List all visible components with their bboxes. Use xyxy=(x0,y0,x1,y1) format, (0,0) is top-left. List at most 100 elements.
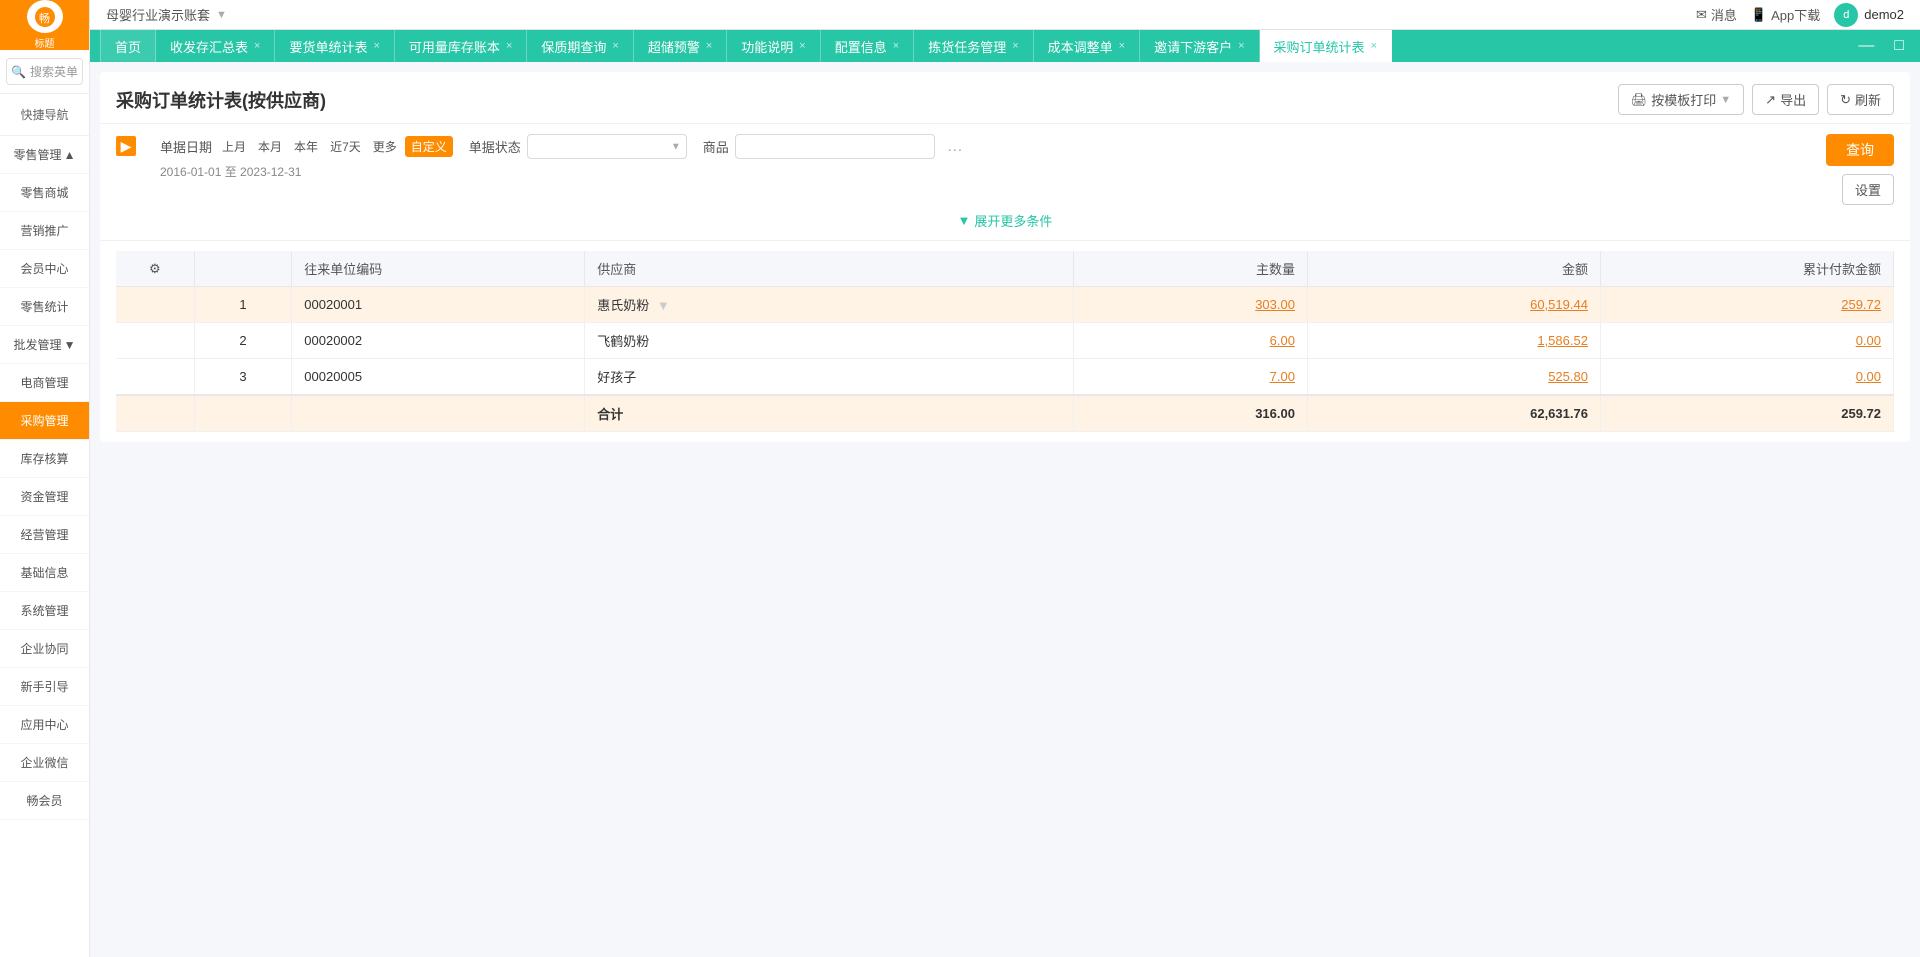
close-icon[interactable]: × xyxy=(1119,40,1125,52)
sidebar-item-system[interactable]: 系统管理 xyxy=(0,592,89,630)
sidebar-item-app-center[interactable]: 应用中心 xyxy=(0,706,89,744)
sidebar-item-retail-stats[interactable]: 零售统计 xyxy=(0,288,89,326)
sidebar-item-label: 批发管理 xyxy=(14,336,62,353)
date-btn-custom[interactable]: 自定义 xyxy=(405,136,453,157)
close-icon[interactable]: × xyxy=(506,40,512,52)
svg-text:畅: 畅 xyxy=(39,11,50,25)
date-btn-7days[interactable]: 近7天 xyxy=(326,136,365,157)
tab-label: 采购订单统计表 xyxy=(1274,37,1365,56)
column-settings-icon[interactable]: ⚙ xyxy=(149,261,161,276)
app-download-button[interactable]: 📱 App下载 xyxy=(1751,5,1820,24)
amount-link[interactable]: 525.80 xyxy=(1548,369,1588,384)
row-expand-icon[interactable]: ▼ xyxy=(657,298,670,313)
message-label: 消息 xyxy=(1711,5,1737,24)
sidebar-item-label: 基础信息 xyxy=(20,566,68,580)
row-supplier-cell: 惠氏奶粉 ▼ xyxy=(585,287,1073,323)
sidebar-item-label: 畅会员 xyxy=(26,794,62,808)
sidebar-item-ecommerce[interactable]: 电商管理 xyxy=(0,364,89,402)
close-icon[interactable]: × xyxy=(612,40,618,52)
status-select[interactable] xyxy=(527,134,687,159)
query-button[interactable]: 查询 xyxy=(1826,134,1894,166)
close-icon[interactable]: × xyxy=(254,40,260,52)
date-btn-this-month[interactable]: 本月 xyxy=(254,136,286,157)
sidebar-item-member[interactable]: 会员中心 xyxy=(0,250,89,288)
export-button[interactable]: ↗ 导出 xyxy=(1752,84,1819,115)
chevron-down-icon: ▼ xyxy=(64,338,76,352)
workspace-selector[interactable]: 母婴行业演示账套 ▼ xyxy=(106,5,227,24)
print-button[interactable]: 🖨 按模板打印 ▼ xyxy=(1618,84,1744,115)
paid-link[interactable]: 259.72 xyxy=(1841,297,1881,312)
user-profile[interactable]: d demo2 xyxy=(1834,3,1904,27)
settings-button[interactable]: 设置 xyxy=(1842,174,1894,205)
close-icon[interactable]: × xyxy=(373,40,379,52)
close-icon[interactable]: × xyxy=(799,40,805,52)
row-code-cell: 00020005 xyxy=(292,359,585,396)
expand-more-button[interactable]: ▼ 展开更多条件 xyxy=(958,211,1053,230)
paid-link[interactable]: 0.00 xyxy=(1856,333,1881,348)
row-qty-cell: 6.00 xyxy=(1073,323,1307,359)
sidebar-item-retail-mgmt[interactable]: 零售管理 ▲ xyxy=(0,136,89,174)
qty-link[interactable]: 303.00 xyxy=(1255,297,1295,312)
paid-link[interactable]: 0.00 xyxy=(1856,369,1881,384)
sidebar-item-member2[interactable]: 畅会员 xyxy=(0,782,89,820)
amount-link[interactable]: 1,586.52 xyxy=(1537,333,1588,348)
footer-settings-cell xyxy=(116,395,194,432)
close-icon[interactable]: × xyxy=(1238,40,1244,52)
top-bar: 母婴行业演示账套 ▼ ✉ 消息 📱 App下载 d demo2 xyxy=(90,0,1920,30)
sidebar-item-new-guide[interactable]: 新手引导 xyxy=(0,668,89,706)
amount-link[interactable]: 60,519.44 xyxy=(1530,297,1588,312)
qty-link[interactable]: 6.00 xyxy=(1270,333,1295,348)
close-icon[interactable]: × xyxy=(1371,40,1377,52)
close-icon[interactable]: × xyxy=(893,40,899,52)
tab-picking[interactable]: 拣货任务管理 × xyxy=(914,30,1033,62)
page-actions: 🖨 按模板打印 ▼ ↗ 导出 ↻ 刷新 xyxy=(1618,84,1894,115)
date-btn-this-year[interactable]: 本年 xyxy=(290,136,322,157)
date-btn-last-month[interactable]: 上月 xyxy=(218,136,250,157)
sidebar-item-basic-info[interactable]: 基础信息 xyxy=(0,554,89,592)
sidebar-search-button[interactable]: 🔍 搜索英单 xyxy=(6,58,83,85)
footer-qty-cell: 316.00 xyxy=(1073,395,1307,432)
refresh-button[interactable]: ↻ 刷新 xyxy=(1827,84,1894,115)
row-settings-cell xyxy=(116,359,194,396)
qty-link[interactable]: 7.00 xyxy=(1270,369,1295,384)
sidebar-item-purchase[interactable]: 采购管理 xyxy=(0,402,89,440)
tab-purchase-order-stats[interactable]: 采购订单统计表 × xyxy=(1260,30,1392,62)
sidebar-item-wechat[interactable]: 企业微信 xyxy=(0,744,89,782)
tab-feature-desc[interactable]: 功能说明 × xyxy=(727,30,820,62)
sidebar-item-marketing[interactable]: 营销推广 xyxy=(0,212,89,250)
tab-expiry[interactable]: 保质期查询 × xyxy=(527,30,633,62)
sidebar-item-inventory[interactable]: 库存核算 xyxy=(0,440,89,478)
search-label: 搜索英单 xyxy=(30,63,78,80)
tab-cost-adjust[interactable]: 成本调整单 × xyxy=(1034,30,1140,62)
tab-invite-downstream[interactable]: 邀请下游客户 × xyxy=(1140,30,1259,62)
close-icon[interactable]: × xyxy=(1012,40,1018,52)
sidebar-item-retail-store[interactable]: 零售商城 xyxy=(0,174,89,212)
collapse-arrow-icon: ▶ xyxy=(121,138,132,155)
sidebar-item-enterprise[interactable]: 企业协同 xyxy=(0,630,89,668)
print-label: 按模板打印 xyxy=(1651,90,1716,109)
sidebar-item-finance[interactable]: 资金管理 xyxy=(0,478,89,516)
message-button[interactable]: ✉ 消息 xyxy=(1696,5,1737,24)
sidebar-item-wholesale[interactable]: 批发管理 ▼ xyxy=(0,326,89,364)
tab-maximize-button[interactable]: □ xyxy=(1888,35,1910,57)
expand-more-area: ▼ 展开更多条件 xyxy=(116,211,1894,230)
close-icon[interactable]: × xyxy=(706,40,712,52)
tab-overstock[interactable]: 超储预警 × xyxy=(634,30,727,62)
tab-config[interactable]: 配置信息 × xyxy=(821,30,914,62)
date-btn-more[interactable]: 更多 xyxy=(369,136,401,157)
tab-label: 配置信息 xyxy=(835,37,887,56)
sidebar-item-ops[interactable]: 经营管理 xyxy=(0,516,89,554)
collapse-toggle-button[interactable]: ▶ xyxy=(116,136,136,156)
goods-filter-group: 商品 … xyxy=(703,134,969,159)
tab-minimize-button[interactable]: — xyxy=(1852,35,1880,57)
tab-order-stats[interactable]: 要货单统计表 × xyxy=(275,30,394,62)
page-content: 采购订单统计表(按供应商) 🖨 按模板打印 ▼ ↗ 导出 ↻ 刷新 xyxy=(90,62,1920,957)
tab-inventory-book[interactable]: 可用量库存账本 × xyxy=(395,30,527,62)
tab-receive-send[interactable]: 收发存汇总表 × xyxy=(156,30,275,62)
goods-input[interactable] xyxy=(735,134,935,159)
quick-nav-area[interactable]: 快捷导航 xyxy=(0,94,89,136)
print-arrow-icon: ▼ xyxy=(1720,94,1731,106)
row-code-cell: 00020002 xyxy=(292,323,585,359)
tab-home[interactable]: 首页 xyxy=(100,30,156,62)
goods-more-icon[interactable]: … xyxy=(941,138,969,156)
